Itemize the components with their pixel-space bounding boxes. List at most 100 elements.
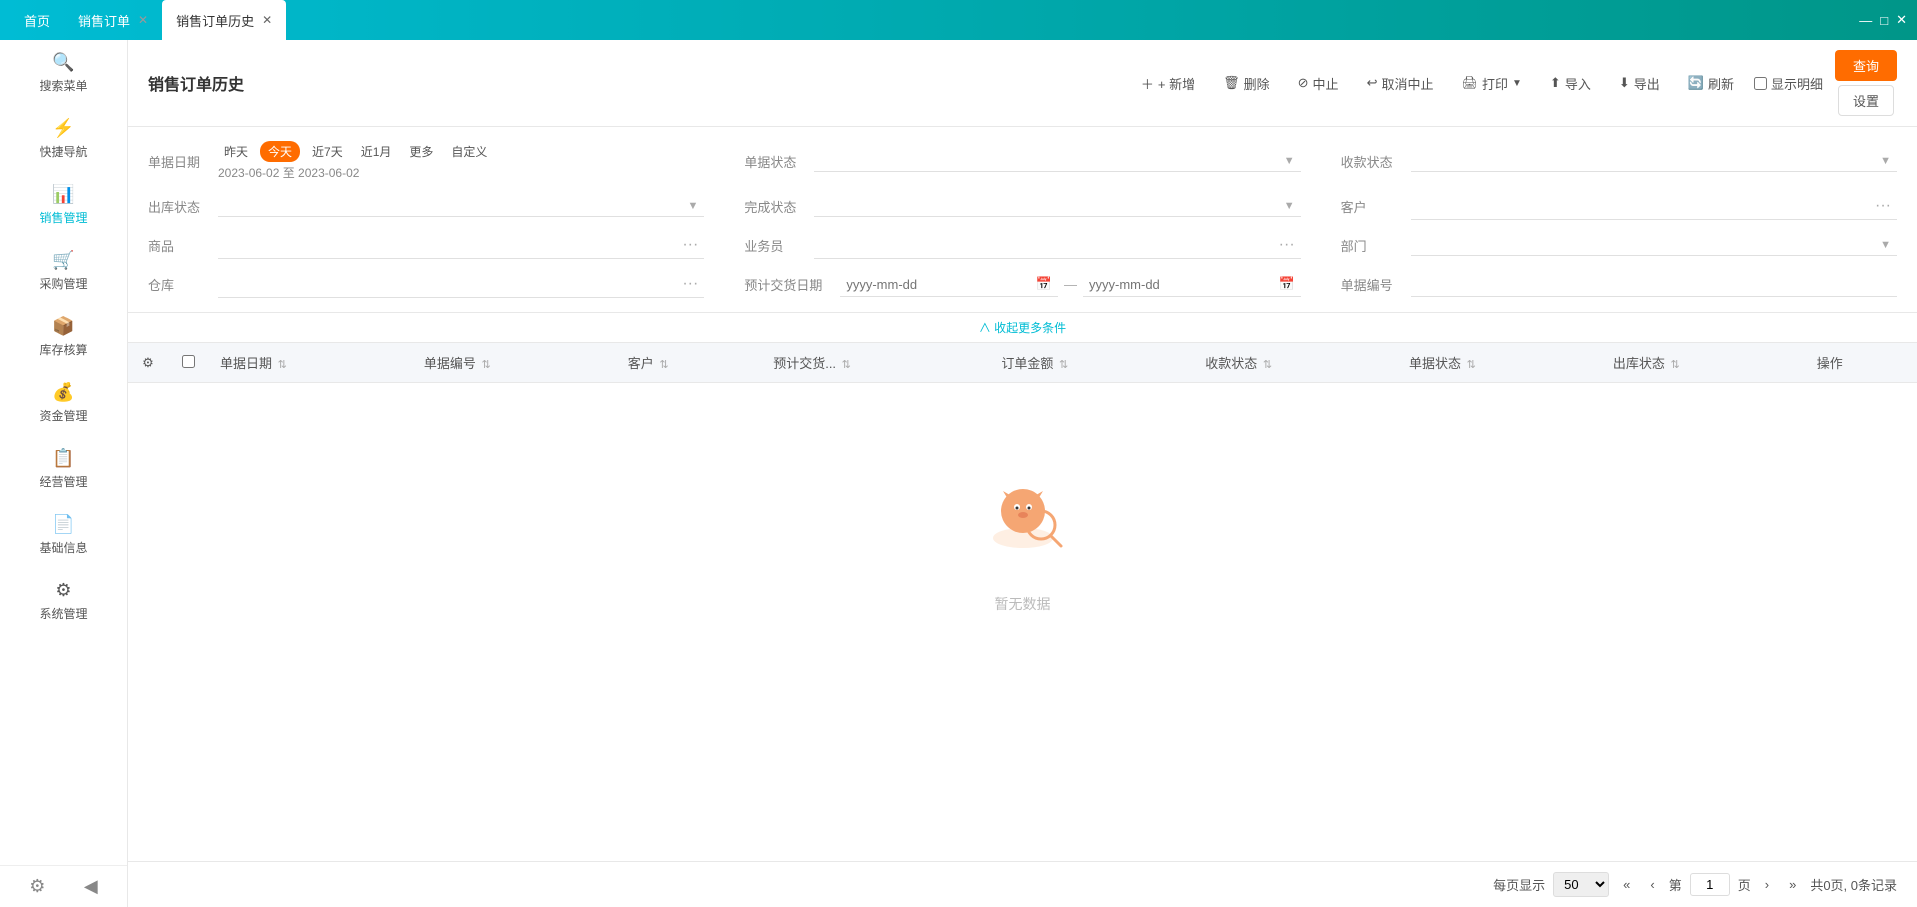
order-number-input[interactable] — [1411, 273, 1897, 297]
page-size-select[interactable]: 50 10 20 100 — [1553, 872, 1609, 897]
expected-date-end[interactable]: 📅 — [1083, 272, 1301, 297]
empty-svg — [973, 463, 1073, 563]
th-payment-status[interactable]: 收款状态 ⇅ — [1193, 343, 1397, 383]
sidebar-item-sales[interactable]: 📊 销售管理 — [0, 172, 127, 238]
warehouse-label: 仓库 — [148, 275, 218, 294]
window-controls: — □ ✕ — [1859, 12, 1907, 28]
filter-area: 单据日期 昨天 今天 近7天 近1月 更多 自定义 2023-06-02 至 2… — [128, 127, 1917, 313]
last-page-button[interactable]: » — [1783, 875, 1802, 894]
th-order-amount[interactable]: 订单金额 ⇅ — [989, 343, 1193, 383]
sidebar-collapse-icon[interactable]: ◀ — [84, 876, 98, 897]
complete-status-select[interactable]: ▼ — [814, 196, 1300, 217]
warehouse-input[interactable]: ··· — [218, 271, 704, 298]
date-range: 2023-06-02 至 2023-06-02 — [218, 164, 493, 181]
sidebar-item-basic-info[interactable]: 📄 基础信息 — [0, 502, 127, 568]
sidebar-item-finance[interactable]: 💰 资金管理 — [0, 370, 127, 436]
close-sales-order-history-tab[interactable]: ✕ — [262, 13, 272, 27]
tab-home[interactable]: 首页 — [10, 0, 64, 40]
stop-button[interactable]: ⊘ 中止 — [1290, 70, 1347, 97]
close-button[interactable]: ✕ — [1896, 12, 1907, 28]
th-order-status[interactable]: 单据状态 ⇅ — [1397, 343, 1601, 383]
filter-payment-status: 收款状态 ▼ — [1341, 151, 1897, 172]
th-delivery-status[interactable]: 出库状态 ⇅ — [1601, 343, 1805, 383]
date-7days[interactable]: 近7天 — [306, 141, 349, 162]
calendar-end-icon[interactable]: 📅 — [1278, 276, 1294, 292]
order-status-arrow-icon: ▼ — [1284, 155, 1295, 167]
prev-page-button[interactable]: ‹ — [1644, 875, 1660, 894]
close-sales-order-tab[interactable]: ✕ — [138, 13, 148, 27]
th-settings[interactable]: ⚙ — [128, 343, 168, 383]
filter-row-4: 仓库 ··· 预计交货日期 📅 — 📅 — [148, 271, 1897, 298]
sidebar-item-finance-label: 资金管理 — [39, 407, 87, 424]
sidebar-item-inventory-label: 库存核算 — [39, 341, 87, 358]
sidebar-item-search[interactable]: 🔍 搜索菜单 — [0, 40, 127, 106]
sidebar-item-system[interactable]: ⚙ 系统管理 — [0, 568, 127, 634]
current-page-input[interactable] — [1690, 873, 1730, 896]
expected-date-start[interactable]: 📅 — [840, 272, 1058, 297]
product-input[interactable]: ··· — [218, 232, 704, 259]
salesperson-input[interactable]: ··· — [814, 232, 1300, 259]
calendar-start-icon[interactable]: 📅 — [1036, 276, 1052, 292]
date-yesterday[interactable]: 昨天 — [218, 141, 254, 162]
print-dropdown-icon: ▼ — [1512, 78, 1522, 89]
date-custom[interactable]: 自定义 — [445, 141, 493, 162]
export-button[interactable]: ⬇ 导出 — [1611, 70, 1668, 97]
tab-sales-order[interactable]: 销售订单 ✕ — [64, 0, 162, 40]
th-customer[interactable]: 客户 ⇅ — [616, 343, 762, 383]
filter-order-number: 单据编号 — [1341, 273, 1897, 297]
date-1month[interactable]: 近1月 — [355, 141, 398, 162]
cancel-stop-button[interactable]: ↩ 取消中止 — [1359, 70, 1442, 97]
department-select[interactable]: ▼ — [1411, 235, 1897, 256]
setting-button[interactable]: 设置 — [1838, 85, 1894, 116]
expected-date-label: 预计交货日期 — [744, 275, 834, 294]
order-number-text-input[interactable] — [1417, 277, 1891, 292]
date-today[interactable]: 今天 — [260, 141, 300, 162]
sidebar-item-operations[interactable]: 📋 经营管理 — [0, 436, 127, 502]
order-amount-sort-icon: ⇅ — [1059, 359, 1068, 371]
th-checkbox[interactable] — [168, 343, 208, 383]
delete-button[interactable]: 🗑 删除 — [1215, 70, 1278, 97]
sidebar-item-purchase[interactable]: 🛒 采购管理 — [0, 238, 127, 304]
system-icon: ⚙ — [55, 580, 71, 601]
empty-state: 暂无数据 — [128, 383, 1917, 694]
page-header: 销售订单历史 ＋ + 新增 🗑 删除 ⊘ 中止 ↩ 取消中止 — [128, 40, 1917, 127]
new-button[interactable]: ＋ + 新增 — [1133, 70, 1203, 97]
display-detail-input[interactable] — [1754, 77, 1767, 90]
customer-input[interactable]: ··· — [1411, 193, 1897, 220]
print-button[interactable]: 🖨 打印 ▼ — [1453, 70, 1529, 97]
finance-icon: 💰 — [52, 382, 74, 403]
next-page-button[interactable]: › — [1759, 875, 1775, 894]
select-all-checkbox[interactable] — [182, 355, 195, 368]
payment-status-sort-icon: ⇅ — [1263, 359, 1272, 371]
sidebar-item-inventory[interactable]: 📦 库存核算 — [0, 304, 127, 370]
payment-status-select[interactable]: ▼ — [1411, 151, 1897, 172]
date-more[interactable]: 更多 — [403, 141, 439, 162]
expected-date-end-input[interactable] — [1089, 277, 1179, 292]
delivery-status-arrow-icon: ▼ — [687, 200, 698, 212]
sales-icon: 📊 — [52, 184, 74, 205]
collapse-bar[interactable]: ∧ 收起更多条件 — [128, 313, 1917, 343]
filter-department: 部门 ▼ — [1341, 235, 1897, 256]
query-button[interactable]: 查询 — [1835, 50, 1897, 81]
import-button[interactable]: ⬆ 导入 — [1542, 70, 1599, 97]
delivery-status-select[interactable]: ▼ — [218, 196, 704, 217]
minimize-button[interactable]: — — [1859, 13, 1872, 28]
tab-sales-order-history[interactable]: 销售订单历史 ✕ — [162, 0, 286, 40]
display-detail-checkbox[interactable]: 显示明细 — [1754, 74, 1823, 93]
filter-warehouse: 仓库 ··· — [148, 271, 704, 298]
filter-row-3: 商品 ··· 业务员 ··· 部门 — [148, 232, 1897, 259]
th-order-num[interactable]: 单据编号 ⇅ — [412, 343, 616, 383]
sidebar-settings-icon[interactable]: ⚙ — [29, 876, 45, 897]
restore-button[interactable]: □ — [1880, 13, 1888, 28]
department-label: 部门 — [1341, 236, 1411, 255]
order-status-label: 单据状态 — [744, 152, 814, 171]
first-page-button[interactable]: « — [1617, 875, 1636, 894]
order-status-select[interactable]: ▼ — [814, 151, 1300, 172]
refresh-button[interactable]: 🔄 刷新 — [1680, 70, 1742, 97]
sidebar-item-quicknav[interactable]: ⚡ 快捷导航 — [0, 106, 127, 172]
expected-date-start-input[interactable] — [846, 277, 936, 292]
main-layout: 🔍 搜索菜单 ⚡ 快捷导航 📊 销售管理 🛒 采购管理 📦 库存核算 💰 资金管… — [0, 40, 1917, 907]
th-date[interactable]: 单据日期 ⇅ — [208, 343, 412, 383]
th-expected-delivery[interactable]: 预计交货... ⇅ — [761, 343, 989, 383]
stop-icon: ⊘ — [1298, 75, 1309, 91]
